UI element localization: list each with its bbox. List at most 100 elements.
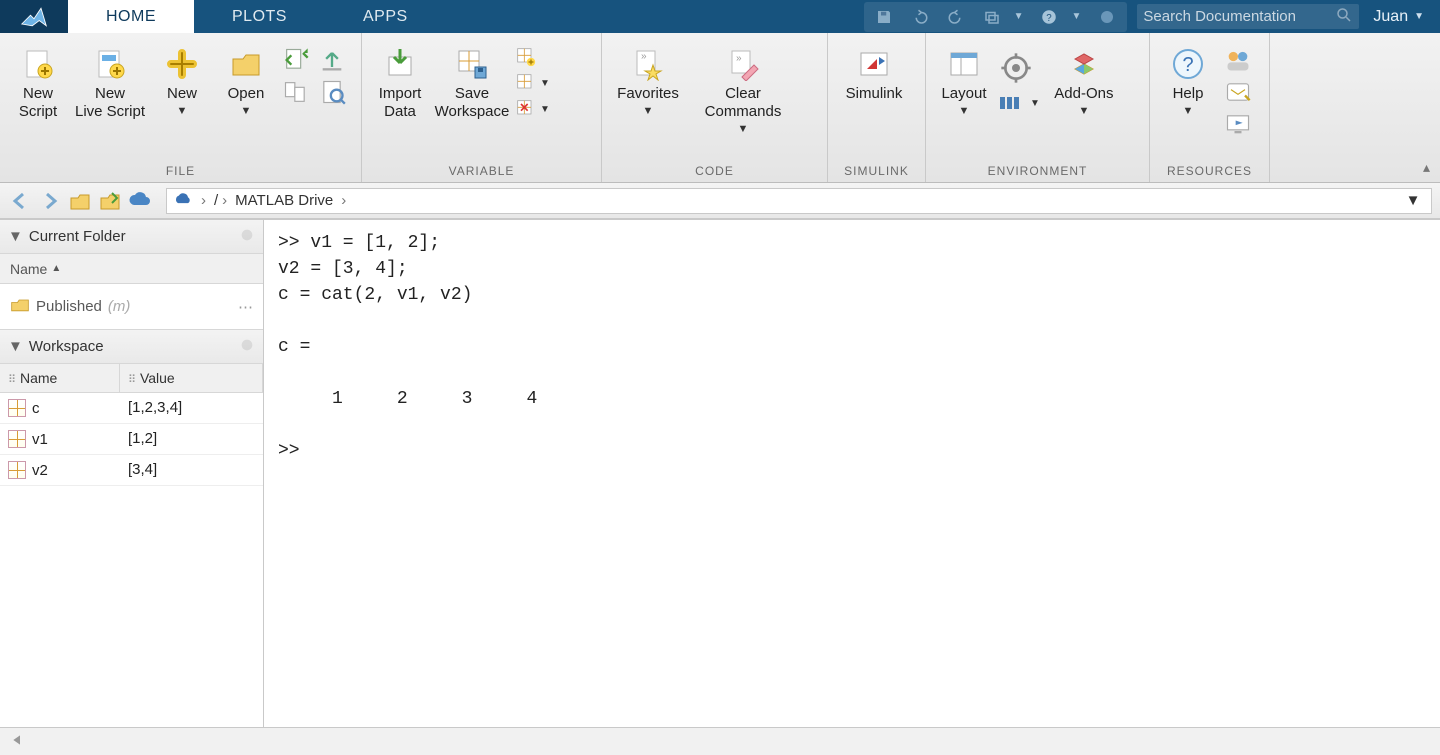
open-button[interactable]: Open ▼ [214,43,278,121]
workspace-row[interactable]: v2 [3,4] [0,455,263,486]
tab-home[interactable]: HOME [68,0,194,33]
user-menu[interactable]: Juan ▼ [1363,8,1434,26]
open-variable-button[interactable]: ▼ [516,73,550,93]
new-live-script-icon [93,47,127,81]
compare-icon[interactable] [282,79,310,105]
undo-icon[interactable] [906,4,934,30]
nav-back-icon[interactable] [8,189,32,213]
new-button[interactable]: New ▼ [150,43,214,121]
folder-item[interactable]: Published (m) ⋯ [0,284,263,330]
path-root[interactable]: / [214,192,218,209]
group-label-code: CODE [602,164,827,182]
simulink-icon [857,47,891,81]
addons-icon [1067,47,1101,81]
nav-forward-icon[interactable] [38,189,62,213]
sort-asc-icon: ▲ [51,263,61,274]
current-folder-header[interactable]: ▼ Current Folder [0,220,263,254]
group-environment: Layout ▼ ▼ Add-Ons ▼ ENVIRONMENT [926,33,1150,182]
simulink-button[interactable]: Simulink [834,43,914,107]
cmd-prompt: >> [278,441,310,461]
chevron-down-icon: ▼ [1414,11,1424,22]
chevron-down-icon: ▼ [959,105,970,117]
toolstrip: New Script New Live Script New ▼ Open ▼ [0,33,1440,183]
status-bar [0,727,1440,755]
chevron-down-icon: ▼ [1078,105,1089,117]
variable-icon [8,430,26,448]
qat-drop[interactable]: ▼ [1014,11,1024,22]
save-workspace-button[interactable]: Save Workspace [432,43,512,125]
group-label-simulink: SIMULINK [828,164,925,182]
new-script-button[interactable]: New Script [6,43,70,125]
gear-icon[interactable] [239,227,255,247]
switch-windows-icon[interactable] [978,4,1006,30]
rewind-icon[interactable] [8,732,24,751]
res-small-col [1220,43,1256,141]
request-support-button[interactable] [1224,79,1252,105]
group-code: » Favorites ▼ » Clear Commands ▼ CODE [602,33,828,182]
community-button[interactable] [1224,47,1252,73]
redo-icon[interactable] [942,4,970,30]
help-button[interactable]: ? Help ▼ [1156,43,1220,121]
folder-item-label: Published [36,298,102,315]
gear-icon[interactable] [239,337,255,357]
col-name: Name [20,370,57,386]
group-label-resources: RESOURCES [1150,164,1269,182]
favorites-button[interactable]: » Favorites ▼ [608,43,688,121]
var-small-col: ▼ ▼ [512,43,554,123]
save-icon[interactable] [870,4,898,30]
find-files-icon[interactable] [282,47,310,73]
chevron-down-icon: ▼ [738,123,749,135]
collapse-toolstrip-icon[interactable]: ▴ [1423,159,1430,176]
cmd-output: 1 2 3 4 [278,389,537,409]
go-to-file-icon[interactable] [318,79,346,105]
path-folder[interactable]: MATLAB Drive [235,192,333,209]
preferences-icon[interactable] [1000,53,1032,83]
path-dropdown[interactable]: ▼ [1401,192,1425,209]
search-input[interactable] [1143,8,1335,25]
tab-plots[interactable]: PLOTS [194,0,325,33]
addons-button[interactable]: Add-Ons ▼ [1044,43,1124,121]
upload-icon[interactable] [318,47,346,73]
plus-icon [165,47,199,81]
search-icon[interactable] [1335,6,1353,27]
layout-button[interactable]: Layout ▼ [932,43,996,121]
top-right: ▼ ? ▼ Juan ▼ [864,0,1440,33]
set-path-button[interactable]: ▼ [1000,93,1040,113]
new-variable-button[interactable] [516,47,550,67]
group-variable: Import Data Save Workspace ▼ ▼ VARIABLE [362,33,602,182]
community-icon[interactable] [1093,4,1121,30]
import-data-button[interactable]: Import Data [368,43,432,125]
svg-text:?: ? [1182,54,1193,76]
chevron-down-icon: ▼ [241,105,252,117]
tab-apps[interactable]: APPS [325,0,446,33]
search-documentation[interactable] [1137,4,1359,29]
col-name: Name [10,261,47,277]
toolstrip-filler: ▴ [1270,33,1440,182]
workspace-row[interactable]: v1 [1,2] [0,424,263,455]
group-resources: ? Help ▼ RESOURCES [1150,33,1270,182]
new-live-script-button[interactable]: New Live Script [70,43,150,125]
group-label-file: FILE [0,164,361,182]
help-icon[interactable]: ? [1035,4,1063,30]
breadcrumb[interactable]: / MATLAB Drive ▼ [166,188,1432,214]
help-circle-icon: ? [1171,47,1205,81]
learn-matlab-button[interactable] [1224,111,1252,137]
clear-commands-button[interactable]: » Clear Commands ▼ [688,43,798,139]
folder-browse-icon[interactable] [98,189,122,213]
folder-columns[interactable]: Name ▲ [0,254,263,284]
workspace-header[interactable]: ▼ Workspace [0,330,263,364]
chevron-down-icon: ▼ [177,105,188,117]
workspace-row[interactable]: c [1,2,3,4] [0,393,263,424]
more-icon[interactable]: ⋯ [238,298,253,316]
workspace-columns[interactable]: ⠿ Name ⠿ Value [0,364,263,393]
cmd-line: c = cat(2, v1, v2) [278,285,472,305]
folder-open-icon [229,47,263,81]
col-value: Value [140,370,175,386]
command-window[interactable]: >> v1 = [1, 2]; v2 = [3, 4]; c = cat(2, … [264,220,1440,755]
matlab-logo [0,0,68,33]
folder-up-icon[interactable] [68,189,92,213]
help-drop[interactable]: ▼ [1071,11,1081,22]
clear-workspace-button[interactable]: ▼ [516,99,550,119]
chevron-down-icon: ▼ [8,228,23,245]
cloud-folder-icon[interactable] [128,189,152,213]
